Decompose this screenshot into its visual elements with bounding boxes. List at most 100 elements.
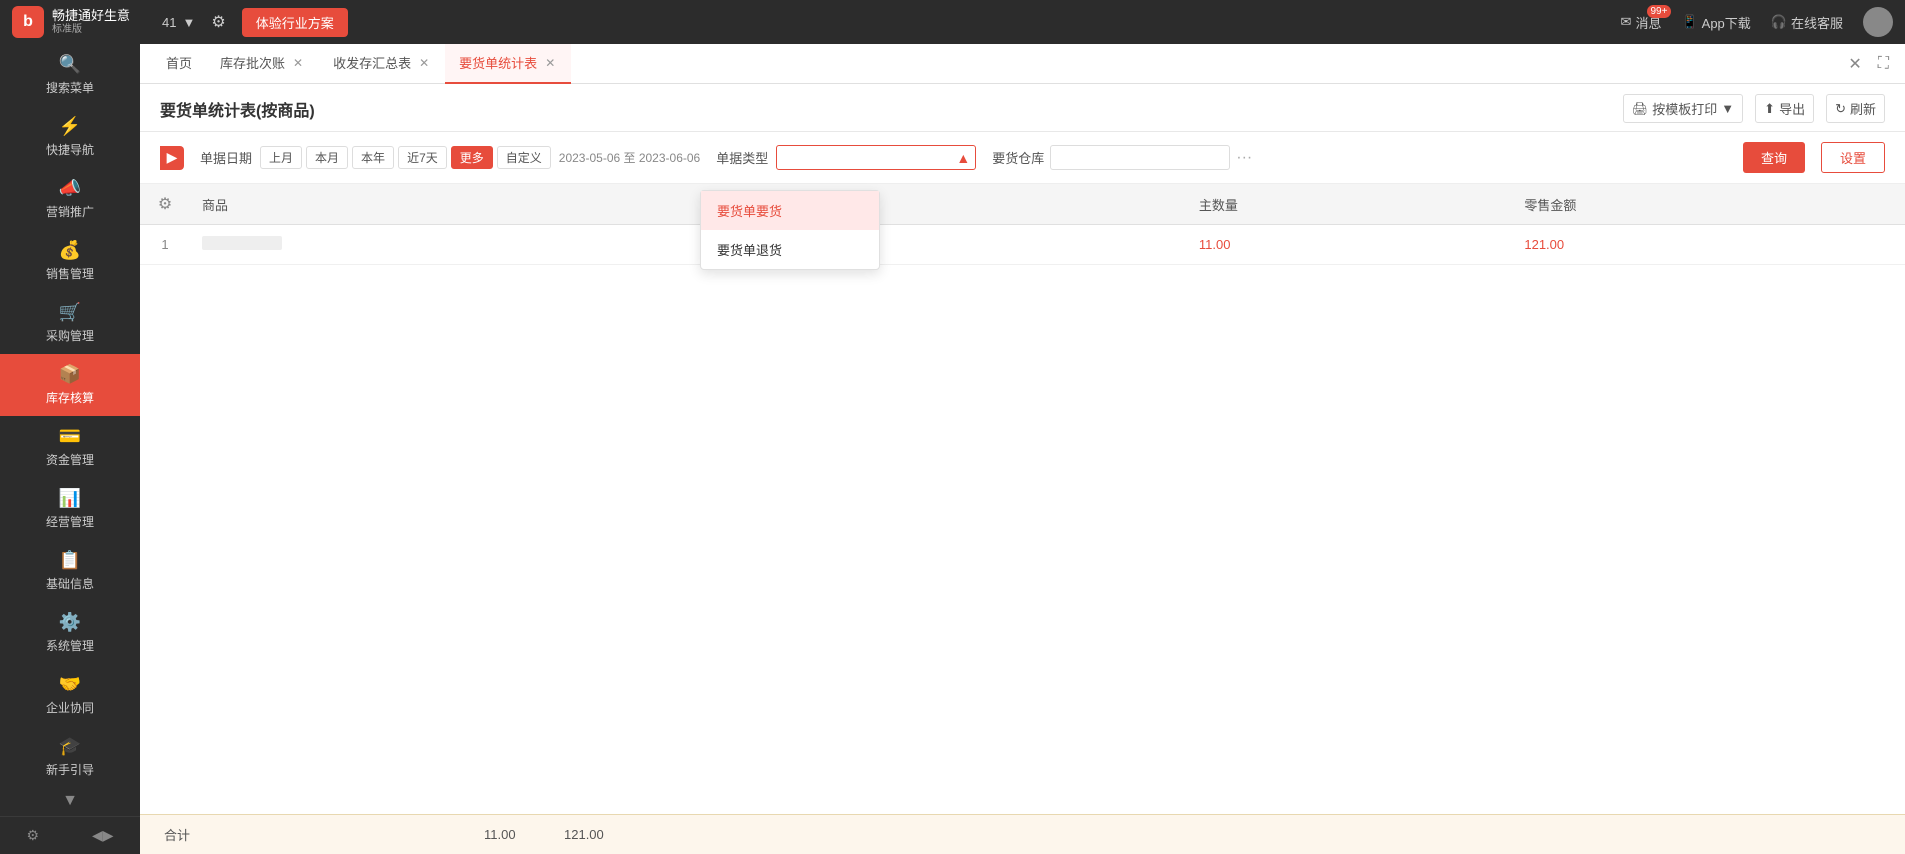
footer-quantity: 11.00 <box>472 827 552 842</box>
store-selector[interactable]: 41 ▼ <box>162 15 195 30</box>
sidebar-item-label: 新手引导 <box>46 761 94 778</box>
basic-icon: 📋 <box>59 550 81 571</box>
th-settings[interactable]: ⚙ <box>140 184 190 225</box>
date-btn-more[interactable]: 更多 <box>451 146 493 169</box>
tab-home[interactable]: 首页 <box>152 44 206 84</box>
finance-icon: 💳 <box>59 426 81 447</box>
date-btn-this-year[interactable]: 本年 <box>352 146 394 169</box>
tab-close-batch[interactable]: ✕ <box>291 54 305 72</box>
sidebar-item-purchase[interactable]: 🛒 采购管理 <box>0 292 140 354</box>
expand-btn[interactable]: ⛶ <box>1874 51 1893 77</box>
tab-requisition[interactable]: 要货单统计表 ✕ <box>445 44 571 84</box>
sidebar-item-operation[interactable]: 📊经营管理 <box>0 478 140 540</box>
table-wrap: ⚙ 商品 主计量单位 主数量 零售金额 1 块 11.00 <box>140 184 1905 814</box>
sidebar-item-shortcut[interactable]: ⚡快捷导航 <box>0 106 140 168</box>
expand-toggle[interactable]: ▶ <box>160 146 184 170</box>
user-avatar[interactable] <box>1863 7 1893 37</box>
trial-button[interactable]: 体验行业方案 <box>242 8 348 37</box>
sales-icon: 💰 <box>59 240 81 261</box>
sidebar-item-inventory[interactable]: 📦库存核算 <box>0 354 140 416</box>
type-filter-group: 单据类型 ▲ <box>716 145 976 170</box>
sidebar-item-label: 基础信息 <box>46 575 94 592</box>
settings-bottom-btn[interactable]: ⚙ <box>26 827 39 844</box>
app-name-sub: 标准版 <box>52 24 130 36</box>
refresh-btn[interactable]: ↻ 刷新 <box>1826 94 1885 123</box>
tab-label-requisition: 要货单统计表 <box>459 53 537 72</box>
purchase-icon: 🛒 <box>59 302 81 323</box>
table-row: 1 块 11.00 121.00 <box>140 225 1905 265</box>
headset-icon: 🎧 <box>1771 14 1787 30</box>
sidebar-scroll-down[interactable]: ▼ <box>0 786 140 816</box>
type-input[interactable] <box>776 145 976 170</box>
type-dropdown-arrow[interactable]: ▲ <box>956 150 970 166</box>
warehouse-filter-label: 要货仓库 <box>992 148 1044 167</box>
sidebar-item-enterprise[interactable]: 🤝企业协同 <box>0 664 140 726</box>
dropdown-item-order[interactable]: 要货单要货 <box>701 191 879 230</box>
settings-button[interactable]: 设置 <box>1821 142 1885 173</box>
system-icon: ⚙️ <box>59 612 81 633</box>
warehouse-input[interactable] <box>1050 145 1230 170</box>
th-quantity: 主数量 <box>1187 184 1512 225</box>
date-btn-last-month[interactable]: 上月 <box>260 146 302 169</box>
cell-amount: 121.00 <box>1512 225 1905 265</box>
sidebar-item-label: 快捷导航 <box>46 141 94 158</box>
sidebar-item-label: 系统管理 <box>46 637 94 654</box>
tab-close-requisition[interactable]: ✕ <box>543 54 557 72</box>
th-amount: 零售金额 <box>1512 184 1905 225</box>
logo-text: 畅捷通好生意 标准版 <box>52 8 130 36</box>
logo-icon: b <box>12 6 44 38</box>
header-right: ✉ 消息 99+ 📱 App下载 🎧 在线客服 <box>1621 7 1893 37</box>
tab-label-receivable: 收发存汇总表 <box>333 53 411 72</box>
tab-bar: 首页库存批次账 ✕收发存汇总表 ✕要货单统计表 ✕ ✕ ⛶ <box>140 44 1905 84</box>
date-btn-last-7-days[interactable]: 近7天 <box>398 146 447 169</box>
tab-receivable[interactable]: 收发存汇总表 ✕ <box>319 44 445 84</box>
export-btn[interactable]: ⬆ 导出 <box>1755 94 1814 123</box>
message-item[interactable]: ✉ 消息 99+ <box>1621 13 1662 32</box>
date-filter-group: 单据日期 上月 本月 本年 近7天 更多 自定义 2023-05-06 至 20… <box>200 146 700 169</box>
sidebar-item-sales[interactable]: 💰销售管理 <box>0 230 140 292</box>
query-button[interactable]: 查询 <box>1743 142 1805 173</box>
tab-bar-right: ✕ ⛶ <box>1844 50 1893 78</box>
page-header: 要货单统计表(按商品) 🖨 按模板打印 ▼ ⬆ 导出 ↻ <box>140 84 1905 132</box>
page-title: 要货单统计表(按商品) <box>160 97 315 121</box>
online-service-item[interactable]: 🎧 在线客服 <box>1771 13 1843 32</box>
collapse-btn[interactable]: ◀▶ <box>92 827 114 844</box>
product-placeholder <box>202 236 282 250</box>
online-service-label: 在线客服 <box>1791 13 1843 32</box>
gear-icon[interactable]: ⚙ <box>211 12 225 32</box>
date-btn-this-month[interactable]: 本月 <box>306 146 348 169</box>
date-btn-custom[interactable]: 自定义 <box>497 146 551 169</box>
tab-batch[interactable]: 库存批次账 ✕ <box>206 44 319 84</box>
sidebar-item-marketing[interactable]: 📣营销推广 <box>0 168 140 230</box>
sidebar-item-guide[interactable]: 🎓新手引导 <box>0 726 140 786</box>
quantity-link[interactable]: 11.00 <box>1199 237 1231 252</box>
amount-link[interactable]: 121.00 <box>1524 237 1564 252</box>
sidebar-item-finance[interactable]: 💳资金管理 <box>0 416 140 478</box>
content-area: 首页库存批次账 ✕收发存汇总表 ✕要货单统计表 ✕ ✕ ⛶ 要货单统计表(按商品… <box>140 44 1905 854</box>
sidebar-item-basic[interactable]: 📋 基础信息 <box>0 540 140 602</box>
sidebar-item-system[interactable]: ⚙️ 系统管理 <box>0 602 140 664</box>
tab-label-home: 首页 <box>166 53 192 72</box>
date-filter-label: 单据日期 <box>200 148 252 167</box>
store-name: 41 <box>162 15 176 30</box>
sidebar-nav: 🔍搜索菜单⚡快捷导航📣营销推广💰销售管理 🛒 采购管理 📦库存核算💳资金管理📊经营管理… <box>0 44 140 786</box>
chevron-down-icon: ▼ <box>1721 101 1734 116</box>
dropdown-item-return[interactable]: 要货单退货 <box>701 230 879 269</box>
sidebar-item-label: 采购管理 <box>46 327 94 344</box>
print-icon: 🖨 <box>1632 101 1649 117</box>
page-content: 要货单统计表(按商品) 🖨 按模板打印 ▼ ⬆ 导出 ↻ <box>140 84 1905 854</box>
marketing-icon: 📣 <box>59 178 81 199</box>
print-btn[interactable]: 🖨 按模板打印 ▼ <box>1623 94 1743 123</box>
close-all-btn[interactable]: ✕ <box>1844 50 1865 78</box>
warehouse-more-icon[interactable]: ··· <box>1236 149 1252 167</box>
print-label: 按模板打印 <box>1652 99 1717 118</box>
tab-close-receivable[interactable]: ✕ <box>417 54 431 72</box>
sidebar-bottom: ⚙ ◀▶ <box>0 816 140 854</box>
sidebar-item-search[interactable]: 🔍搜索菜单 <box>0 44 140 106</box>
export-icon: ⬆ <box>1764 101 1775 117</box>
filter-bar: ▶ 单据日期 上月 本月 本年 近7天 更多 自定义 2023-05-06 至 … <box>140 132 1905 184</box>
inventory-icon: 📦 <box>59 364 81 385</box>
app-name-main: 畅捷通好生意 <box>52 8 130 24</box>
main-layout: 🔍搜索菜单⚡快捷导航📣营销推广💰销售管理 🛒 采购管理 📦库存核算💳资金管理📊经营管理… <box>0 44 1905 854</box>
app-download-item[interactable]: 📱 App下载 <box>1681 13 1750 32</box>
